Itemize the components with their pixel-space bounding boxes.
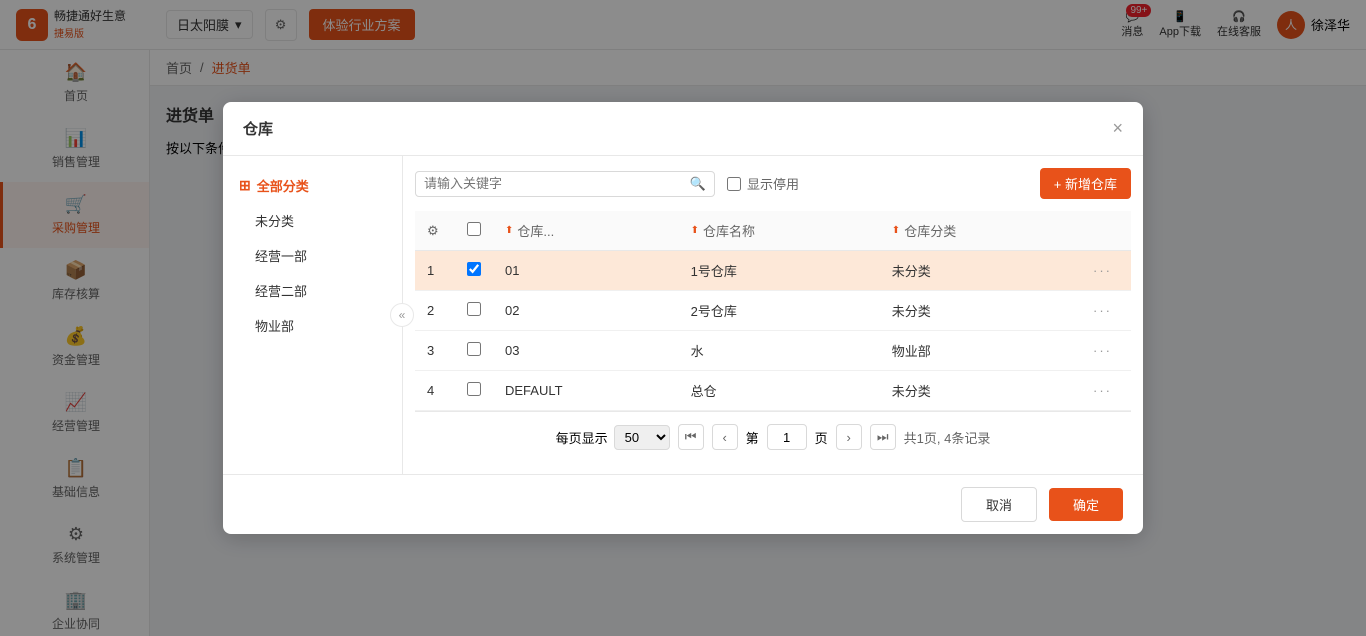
col-actions — [1081, 211, 1131, 251]
row-more[interactable]: ··· — [1081, 291, 1131, 331]
row-more[interactable]: ··· — [1081, 371, 1131, 411]
row-checkbox-cell[interactable] — [455, 371, 493, 411]
row-checkbox[interactable] — [467, 262, 481, 276]
row-code: 03 — [493, 331, 679, 371]
more-actions-icon[interactable]: ··· — [1093, 343, 1112, 358]
cancel-button[interactable]: 取消 — [961, 487, 1037, 522]
table-settings-icon[interactable]: ⚙ — [427, 223, 439, 238]
col-code-sort-icon[interactable]: ⬆ — [505, 225, 513, 236]
row-checkbox-cell[interactable] — [455, 291, 493, 331]
row-name: 1号仓库 — [679, 251, 880, 291]
pagination: 每页显示 50 100 200 ⏮ ‹ 第 页 › ⏭ 共1页, 4条记录 — [415, 411, 1131, 462]
per-page-select[interactable]: 50 100 200 — [614, 425, 670, 450]
prev-page-button[interactable]: ‹ — [712, 424, 738, 450]
modal-header: 仓库 × — [223, 102, 1143, 156]
row-category: 物业部 — [880, 331, 1081, 371]
row-checkbox-cell[interactable] — [455, 251, 493, 291]
next-page-button[interactable]: › — [836, 424, 862, 450]
page-size-selector: 每页显示 50 100 200 — [556, 425, 670, 450]
show-disabled-checkbox[interactable] — [727, 177, 741, 191]
per-page-label: 每页显示 — [556, 428, 608, 447]
search-input[interactable] — [424, 176, 690, 191]
first-page-button[interactable]: ⏮ — [678, 424, 704, 450]
row-checkbox[interactable] — [467, 382, 481, 396]
add-warehouse-button[interactable]: + 新增仓库 — [1040, 168, 1131, 199]
page-suffix: 页 — [815, 428, 828, 447]
row-code: 01 — [493, 251, 679, 291]
more-actions-icon[interactable]: ··· — [1093, 383, 1112, 398]
warehouse-panel: 🔍 显示停用 + 新增仓库 ⚙ — [403, 156, 1143, 474]
collapse-panel-button[interactable]: « — [390, 303, 414, 327]
more-actions-icon[interactable]: ··· — [1093, 263, 1112, 278]
last-page-button[interactable]: ⏭ — [870, 424, 896, 450]
row-more[interactable]: ··· — [1081, 251, 1131, 291]
modal-close-button[interactable]: × — [1112, 118, 1123, 139]
category-all-label: 全部分类 — [257, 176, 309, 195]
table-row[interactable]: 2 02 2号仓库 未分类 ··· — [415, 291, 1131, 331]
row-name: 2号仓库 — [679, 291, 880, 331]
category-panel: ⊞ 全部分类 未分类 经营一部 经营二部 物业部 « — [223, 156, 403, 474]
row-checkbox-cell[interactable] — [455, 331, 493, 371]
show-disabled-label[interactable]: 显示停用 — [727, 174, 799, 193]
more-actions-icon[interactable]: ··· — [1093, 303, 1112, 318]
modal-overlay: 仓库 × ⊞ 全部分类 未分类 经营一部 经营二部 物业部 « — [0, 0, 1366, 636]
col-cat-sort-icon[interactable]: ⬆ — [892, 225, 900, 236]
confirm-button[interactable]: 确定 — [1049, 488, 1123, 521]
table-row[interactable]: 4 DEFAULT 总仓 未分类 ··· — [415, 371, 1131, 411]
row-index: 2 — [415, 291, 455, 331]
modal-footer: 取消 确定 — [223, 474, 1143, 534]
row-checkbox[interactable] — [467, 342, 481, 356]
col-name: ⬆ 仓库名称 — [679, 211, 880, 251]
row-code: DEFAULT — [493, 371, 679, 411]
row-more[interactable]: ··· — [1081, 331, 1131, 371]
warehouse-table: ⚙ ⬆ 仓库... — [415, 211, 1131, 411]
category-item-uncategorized[interactable]: 未分类 — [223, 203, 402, 238]
row-code: 02 — [493, 291, 679, 331]
row-category: 未分类 — [880, 291, 1081, 331]
page-label: 第 — [746, 428, 759, 447]
grid-icon: ⊞ — [239, 177, 251, 194]
total-info: 共1页, 4条记录 — [904, 428, 991, 447]
search-icon[interactable]: 🔍 — [690, 176, 706, 192]
search-box[interactable]: 🔍 — [415, 171, 715, 197]
row-name: 总仓 — [679, 371, 880, 411]
row-category: 未分类 — [880, 251, 1081, 291]
modal-body: ⊞ 全部分类 未分类 经营一部 经营二部 物业部 « 🔍 — [223, 156, 1143, 474]
category-all-header[interactable]: ⊞ 全部分类 — [223, 168, 402, 203]
category-item-dept1[interactable]: 经营一部 — [223, 238, 402, 273]
toolbar: 🔍 显示停用 + 新增仓库 — [415, 168, 1131, 199]
category-item-dept2[interactable]: 经营二部 — [223, 273, 402, 308]
col-checkbox — [455, 211, 493, 251]
row-category: 未分类 — [880, 371, 1081, 411]
col-code: ⬆ 仓库... — [493, 211, 679, 251]
warehouse-modal: 仓库 × ⊞ 全部分类 未分类 经营一部 经营二部 物业部 « — [223, 102, 1143, 534]
row-index: 1 — [415, 251, 455, 291]
modal-title: 仓库 — [243, 118, 273, 139]
col-category: ⬆ 仓库分类 — [880, 211, 1081, 251]
row-name: 水 — [679, 331, 880, 371]
col-settings: ⚙ — [415, 211, 455, 251]
category-item-property[interactable]: 物业部 — [223, 308, 402, 343]
select-all-checkbox[interactable] — [467, 222, 481, 236]
table-row[interactable]: 1 01 1号仓库 未分类 ··· — [415, 251, 1131, 291]
row-checkbox[interactable] — [467, 302, 481, 316]
row-index: 3 — [415, 331, 455, 371]
table-row[interactable]: 3 03 水 物业部 ··· — [415, 331, 1131, 371]
col-name-sort-icon[interactable]: ⬆ — [691, 225, 699, 236]
row-index: 4 — [415, 371, 455, 411]
show-disabled-text: 显示停用 — [747, 174, 799, 193]
page-input[interactable] — [767, 424, 807, 450]
